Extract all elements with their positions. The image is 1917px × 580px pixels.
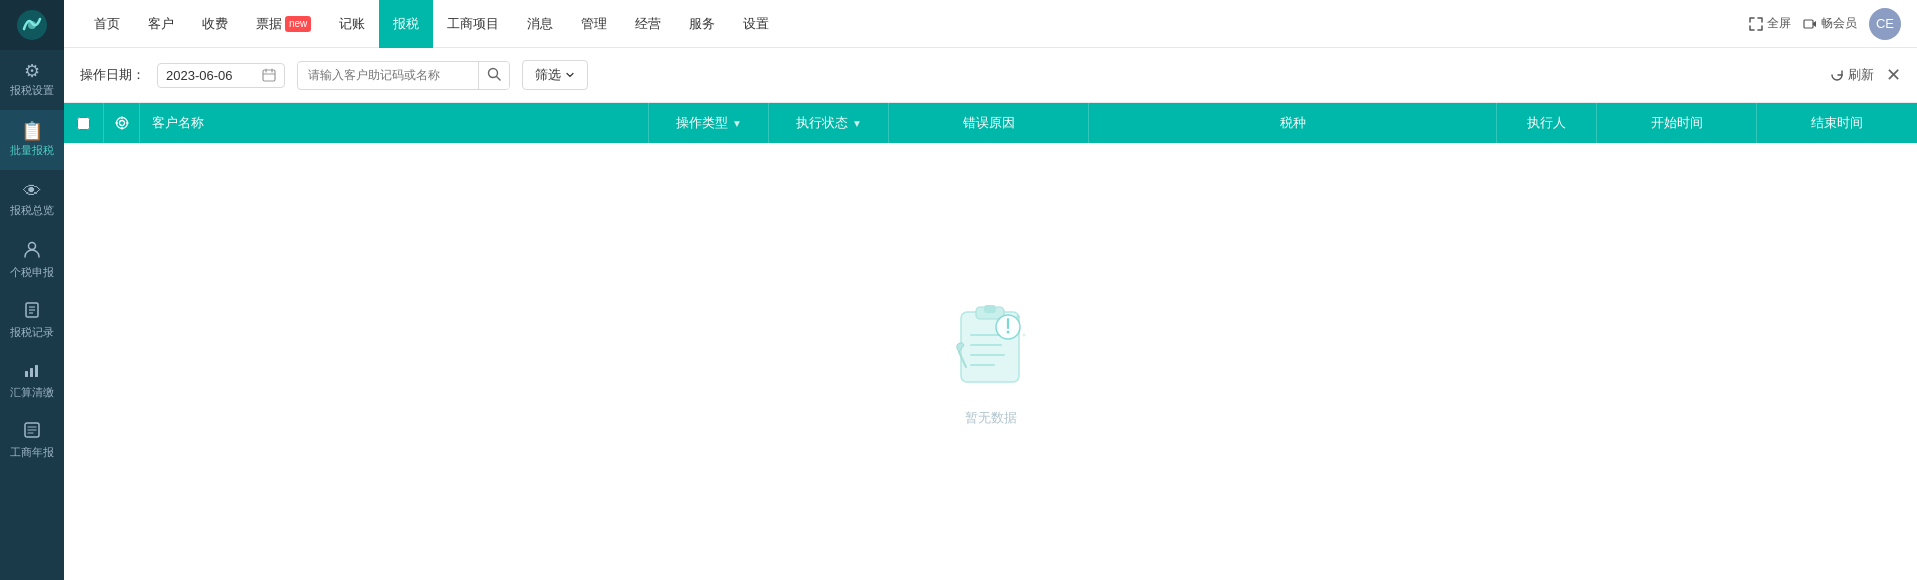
date-picker[interactable] — [157, 63, 285, 88]
sort-icon: ▼ — [732, 118, 742, 129]
table-wrap: 客户名称 操作类型 ▼ 执行状态 ▼ 错误原因 税种 执行人 — [64, 103, 1917, 580]
nav-jizhang[interactable]: 记账 — [325, 0, 379, 48]
col-settings-icon — [115, 116, 129, 130]
record-icon — [23, 301, 41, 322]
search-wrap — [297, 61, 510, 90]
search-button[interactable] — [478, 62, 509, 89]
sidebar-item-label: 汇算清缴 — [10, 386, 54, 399]
th-optype[interactable]: 操作类型 ▼ — [649, 103, 769, 143]
date-label: 操作日期： — [80, 66, 145, 84]
fullscreen-icon — [1749, 17, 1763, 31]
empty-illustration — [946, 297, 1036, 397]
th-tax: 税种 — [1089, 103, 1497, 143]
th-checkbox[interactable] — [64, 103, 104, 143]
refresh-icon — [1830, 68, 1844, 82]
topnav-right: 全屏 畅会员 CE — [1749, 8, 1901, 40]
nav-piaoju[interactable]: 票据 new — [242, 0, 325, 48]
sidebar-logo — [0, 0, 64, 50]
topnav: 首页 客户 收费 票据 new 记账 报税 工商项目 消息 管理 经营 服务 设… — [64, 0, 1917, 48]
th-starttime: 开始时间 — [1597, 103, 1757, 143]
fullscreen-button[interactable]: 全屏 — [1749, 15, 1791, 32]
settings-icon: ⚙ — [24, 62, 40, 80]
refresh-button[interactable]: 刷新 — [1830, 66, 1874, 84]
svg-point-32 — [1006, 330, 1009, 333]
avatar[interactable]: CE — [1869, 8, 1901, 40]
sidebar-item-geshuishenbao[interactable]: 个税申报 — [0, 230, 64, 290]
svg-point-19 — [116, 118, 127, 129]
search-icon — [487, 67, 501, 81]
close-button[interactable]: ✕ — [1886, 66, 1901, 84]
nav-shoufei[interactable]: 收费 — [188, 0, 242, 48]
sort-icon: ▼ — [852, 118, 862, 129]
sidebar-item-label: 报税记录 — [10, 326, 54, 339]
filter-label: 筛选 — [535, 66, 561, 84]
th-settings[interactable] — [104, 103, 140, 143]
svg-rect-11 — [1804, 20, 1813, 28]
annual-report-icon — [23, 421, 41, 442]
nav-kehu[interactable]: 客户 — [134, 0, 188, 48]
th-error: 错误原因 — [889, 103, 1089, 143]
th-client: 客户名称 — [140, 103, 649, 143]
refresh-label: 刷新 — [1848, 66, 1874, 84]
svg-rect-8 — [30, 368, 33, 377]
nav-fuwu[interactable]: 服务 — [675, 0, 729, 48]
nav-baoshui[interactable]: 报税 — [379, 0, 433, 48]
svg-point-36 — [1022, 333, 1025, 336]
th-executor: 执行人 — [1497, 103, 1597, 143]
member-button[interactable]: 畅会员 — [1803, 15, 1857, 32]
nav-shezhi[interactable]: 设置 — [729, 0, 783, 48]
main-area: 首页 客户 收费 票据 new 记账 报税 工商项目 消息 管理 经营 服务 设… — [64, 0, 1917, 580]
sidebar-item-label: 个税申报 — [10, 266, 54, 279]
select-all-checkbox[interactable] — [77, 117, 90, 130]
sidebar-item-baoshui-zongjian[interactable]: 👁 报税总览 — [0, 170, 64, 230]
svg-point-18 — [119, 121, 124, 126]
date-input[interactable] — [166, 68, 256, 83]
th-status[interactable]: 执行状态 ▼ — [769, 103, 889, 143]
sidebar-item-piliang-baoshui[interactable]: 📋 批量报税 — [0, 110, 64, 170]
new-badge: new — [285, 16, 311, 32]
sidebar-item-label: 报税总览 — [10, 204, 54, 217]
th-endtime: 结束时间 — [1757, 103, 1917, 143]
sidebar-item-label: 批量报税 — [10, 144, 54, 157]
svg-rect-9 — [35, 365, 38, 377]
svg-point-1 — [28, 21, 36, 29]
overview-icon: 👁 — [23, 182, 41, 200]
toolbar: 操作日期： 筛选 — [64, 48, 1917, 103]
person-tax-icon — [23, 241, 41, 262]
svg-rect-7 — [25, 371, 28, 377]
svg-point-35 — [1016, 315, 1020, 319]
empty-text: 暂无数据 — [965, 409, 1017, 427]
filter-button[interactable]: 筛选 — [522, 60, 588, 90]
svg-point-2 — [29, 242, 36, 249]
sidebar-item-huisuan-jiaona[interactable]: 汇算清缴 — [0, 350, 64, 410]
calendar-icon — [262, 68, 276, 82]
toolbar-right: 刷新 ✕ — [1830, 66, 1901, 84]
nav-home[interactable]: 首页 — [80, 0, 134, 48]
svg-rect-12 — [263, 70, 275, 81]
nav-gongshang-xiangmu[interactable]: 工商项目 — [433, 0, 513, 48]
table-header: 客户名称 操作类型 ▼ 执行状态 ▼ 错误原因 税种 执行人 — [64, 103, 1917, 143]
nav-jingying[interactable]: 经营 — [621, 0, 675, 48]
content: 操作日期： 筛选 — [64, 48, 1917, 580]
sidebar-item-baoshui-jilu[interactable]: 报税记录 — [0, 290, 64, 350]
nav-xiaoxi[interactable]: 消息 — [513, 0, 567, 48]
chevron-down-icon — [565, 70, 575, 80]
nav-guanli[interactable]: 管理 — [567, 0, 621, 48]
settlement-icon — [23, 361, 41, 382]
nav-items: 首页 客户 收费 票据 new 记账 报税 工商项目 消息 管理 经营 服务 设… — [80, 0, 1749, 48]
svg-rect-26 — [984, 305, 996, 313]
empty-state: 暂无数据 — [64, 143, 1917, 580]
svg-line-17 — [497, 76, 501, 80]
sidebar: ⚙ 报税设置 📋 批量报税 👁 报税总览 个税申报 报税记录 — [0, 0, 64, 580]
batch-tax-icon: 📋 — [21, 122, 43, 140]
sidebar-item-baoshui-shezhi[interactable]: ⚙ 报税设置 — [0, 50, 64, 110]
sidebar-item-label: 报税设置 — [10, 84, 54, 97]
sidebar-item-gongshang-nianbao[interactable]: 工商年报 — [0, 410, 64, 470]
search-input[interactable] — [298, 63, 478, 87]
sidebar-item-label: 工商年报 — [10, 446, 54, 459]
video-icon — [1803, 17, 1817, 31]
